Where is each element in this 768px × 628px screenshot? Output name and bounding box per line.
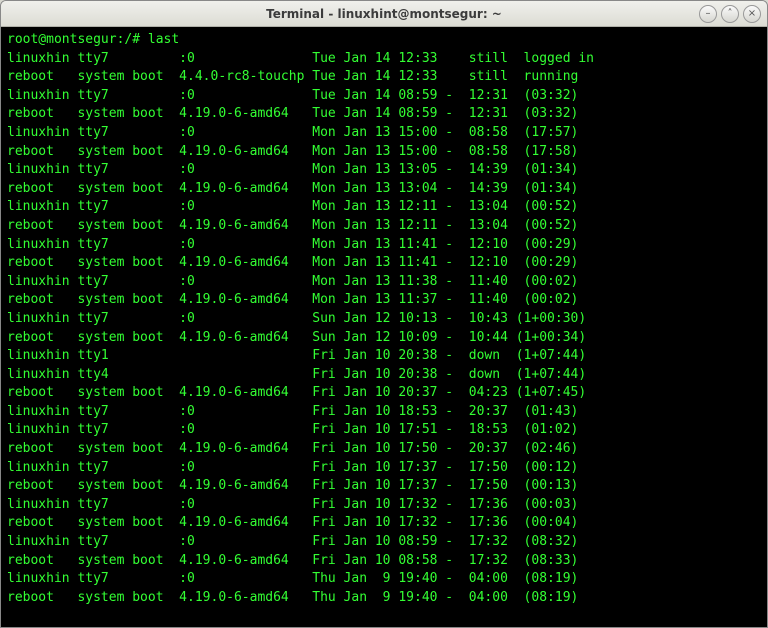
terminal-area[interactable]: root@montsegur:/# last linuxhin tty7 :0 …	[1, 27, 767, 627]
command: last	[148, 32, 179, 47]
close-icon: ×	[748, 9, 756, 19]
maximize-icon: ˄	[728, 9, 733, 19]
terminal-output: linuxhin tty7 :0 Tue Jan 14 12:33 still …	[7, 50, 761, 608]
window-controls: – ˄ ×	[699, 5, 761, 23]
titlebar[interactable]: Terminal - linuxhint@montsegur: ~ – ˄ ×	[1, 1, 767, 27]
window-title: Terminal - linuxhint@montsegur: ~	[266, 7, 502, 21]
close-button[interactable]: ×	[743, 5, 761, 23]
minimize-icon: –	[706, 9, 711, 19]
prompt: root@montsegur:/#	[7, 32, 148, 47]
minimize-button[interactable]: –	[699, 5, 717, 23]
terminal-window: Terminal - linuxhint@montsegur: ~ – ˄ × …	[0, 0, 768, 628]
maximize-button[interactable]: ˄	[721, 5, 739, 23]
